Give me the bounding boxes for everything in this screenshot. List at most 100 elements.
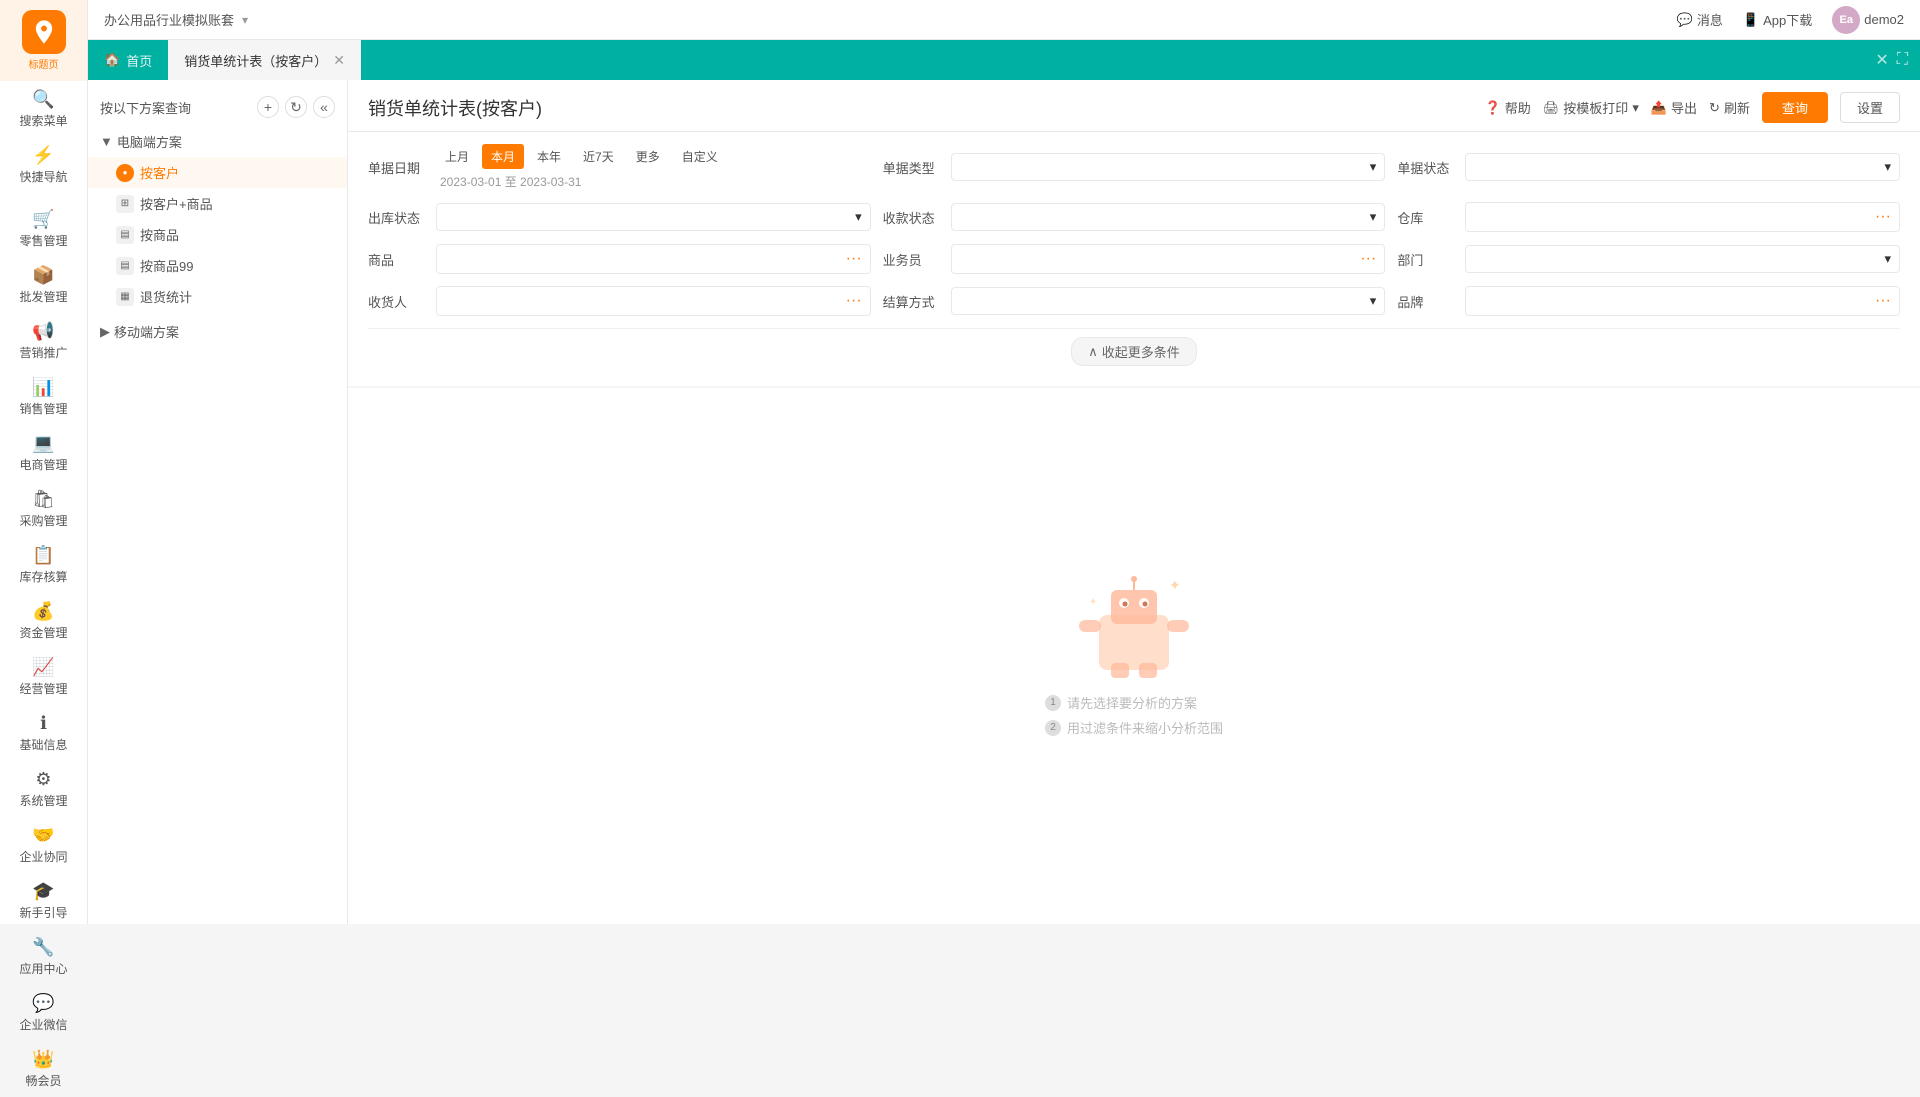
export-btn[interactable]: 📤 导出 xyxy=(1651,98,1697,117)
goods-label: 商品 xyxy=(368,250,428,269)
sidebar-item-finance[interactable]: 💰 资金管理 xyxy=(0,593,87,649)
sidebar-item-marketing[interactable]: 📢 营销推广 xyxy=(0,313,87,369)
salesperson-label: 业务员 xyxy=(883,250,943,269)
sidebar-item-corpwechat-label: 企业微信 xyxy=(19,1016,67,1033)
recipient-dots-icon[interactable]: ··· xyxy=(846,292,862,310)
topbar-title: 办公用品行业模拟账套 xyxy=(104,10,234,29)
collapse-panel-btn[interactable]: « xyxy=(313,96,335,118)
refresh-icon: ↻ xyxy=(1709,100,1720,116)
finance-icon: 💰 xyxy=(32,601,54,622)
sidebar-item-system[interactable]: ⚙ 系统管理 xyxy=(0,761,87,817)
sidebar-item-basicinfo-label: 基础信息 xyxy=(19,736,67,753)
print-label: 按模板打印 xyxy=(1563,98,1628,117)
scheme-group-desktop-title[interactable]: ▼ 电脑端方案 xyxy=(88,126,347,157)
sidebar-item-newguide-label: 新手引导 xyxy=(19,904,67,921)
scheme-group-mobile-label: 移动端方案 xyxy=(114,322,179,341)
chevron-down-icon-status: ▾ xyxy=(1884,159,1891,175)
app-download-label: App下载 xyxy=(1763,10,1812,29)
sidebar-item-quicknav[interactable]: ⚡ 快捷导航 xyxy=(0,137,87,193)
window-maximize-icon[interactable]: ⛶ xyxy=(1897,51,1908,69)
salesperson-select[interactable]: ··· xyxy=(951,244,1386,274)
warehouse-select[interactable]: ··· xyxy=(1465,202,1900,232)
sidebar-item-purchase[interactable]: 🛍 采购管理 xyxy=(0,481,87,537)
topbar-dropdown-icon[interactable]: ▾ xyxy=(242,13,248,27)
brand-select[interactable]: ··· xyxy=(1465,286,1900,316)
scheme-item-return-stats[interactable]: ▦ 退货统计 xyxy=(88,281,347,312)
date-btn-lastmonth[interactable]: 上月 xyxy=(436,144,478,169)
sidebar-item-appcenter-label: 应用中心 xyxy=(19,960,67,977)
date-btn-more[interactable]: 更多 xyxy=(627,144,669,169)
member-icon: 👑 xyxy=(32,1049,54,1070)
query-btn[interactable]: 查询 xyxy=(1762,92,1828,123)
sidebar-item-inventory[interactable]: 📋 库存核算 xyxy=(0,537,87,593)
collapse-filters-btn[interactable]: ∧ 收起更多条件 xyxy=(1071,337,1197,366)
sidebar-item-wholesale[interactable]: 📦 批发管理 xyxy=(0,257,87,313)
refresh-btn[interactable]: ↻ 刷新 xyxy=(1709,98,1750,117)
department-select[interactable]: ▾ xyxy=(1465,245,1900,273)
tab-sales-stats[interactable]: 销货单统计表（按客户） ✕ xyxy=(168,40,361,80)
message-btn[interactable]: 💬 消息 xyxy=(1677,10,1723,29)
sidebar-item-search[interactable]: 🔍 搜索菜单 xyxy=(0,81,87,137)
order-status-label: 单据状态 xyxy=(1397,158,1457,177)
sidebar-item-retail[interactable]: 🛒 零售管理 xyxy=(0,201,87,257)
scheme-item-by-goods99[interactable]: ▤ 按商品99 xyxy=(88,250,347,281)
tab-home[interactable]: 🏠 首页 xyxy=(88,40,168,80)
scheme-item-by-goods[interactable]: ▤ 按商品 xyxy=(88,219,347,250)
topbar-left: 办公用品行业模拟账套 ▾ xyxy=(104,10,248,29)
app-download-btn[interactable]: 📱 App下载 xyxy=(1743,10,1812,29)
filter-department-item: 部门 ▾ xyxy=(1397,244,1900,274)
scheme-group-mobile: ▶ 移动端方案 xyxy=(88,316,347,347)
order-type-select[interactable]: ▾ xyxy=(951,153,1386,181)
add-scheme-btn[interactable]: + xyxy=(257,96,279,118)
recipient-select[interactable]: ··· xyxy=(436,286,871,316)
filter-warehouse-item: 仓库 ··· xyxy=(1397,202,1900,232)
sidebar-item-ecommerce[interactable]: 💻 电商管理 xyxy=(0,425,87,481)
warehouse-dots-icon[interactable]: ··· xyxy=(1875,208,1891,226)
brand-dots-icon[interactable]: ··· xyxy=(1875,292,1891,310)
scheme-item-by-customer[interactable]: ● 按客户 xyxy=(88,157,347,188)
sidebar-item-corpwechat[interactable]: 💬 企业微信 xyxy=(0,985,87,1041)
settlement-select[interactable]: ▾ xyxy=(951,287,1386,315)
help-label: 帮助 xyxy=(1505,98,1531,117)
avatar: Ea xyxy=(1832,6,1860,34)
ecommerce-icon: 💻 xyxy=(32,433,54,454)
date-btn-last7days[interactable]: 近7天 xyxy=(574,144,623,169)
goods-dots-icon[interactable]: ··· xyxy=(846,250,862,268)
sidebar-item-member[interactable]: 👑 畅会员 xyxy=(0,1041,87,1097)
goods-select[interactable]: ··· xyxy=(436,244,871,274)
date-label: 单据日期 xyxy=(368,158,428,177)
scheme-group-mobile-title[interactable]: ▶ 移动端方案 xyxy=(88,316,347,347)
date-btn-thisyear[interactable]: 本年 xyxy=(528,144,570,169)
sidebar-item-sales[interactable]: 📊 销售管理 xyxy=(0,369,87,425)
date-btn-custom[interactable]: 自定义 xyxy=(673,144,727,169)
filter-goods-item: 商品 ··· xyxy=(368,244,871,274)
refresh-scheme-btn[interactable]: ↻ xyxy=(285,96,307,118)
sidebar-item-ecommerce-label: 电商管理 xyxy=(19,456,67,473)
window-close-icon[interactable]: ✕ xyxy=(1875,50,1888,70)
scheme-item-customer-goods[interactable]: ⊞ 按客户+商品 xyxy=(88,188,347,219)
help-btn[interactable]: ❓ 帮助 xyxy=(1485,98,1531,117)
date-btn-thismonth[interactable]: 本月 xyxy=(482,144,524,169)
sidebar-item-collab[interactable]: 🤝 企业协同 xyxy=(0,817,87,873)
tab-close-icon[interactable]: ✕ xyxy=(333,53,345,67)
user-profile-btn[interactable]: Ea demo2 xyxy=(1832,6,1904,34)
sidebar-item-appcenter[interactable]: 🔧 应用中心 xyxy=(0,929,87,985)
filter-brand-item: 品牌 ··· xyxy=(1397,286,1900,316)
sidebar-item-basicinfo[interactable]: ℹ 基础信息 xyxy=(0,705,87,761)
settings-btn[interactable]: 设置 xyxy=(1840,92,1900,123)
payment-status-select[interactable]: ▾ xyxy=(951,203,1386,231)
tabbar: 🏠 首页 销货单统计表（按客户） ✕ ✕ ⛶ xyxy=(88,40,1920,80)
order-status-select[interactable]: ▾ xyxy=(1465,153,1900,181)
ship-status-select[interactable]: ▾ xyxy=(436,203,871,231)
chevron-down-icon: ▼ xyxy=(100,134,113,149)
print-btn[interactable]: 🖨 按模板打印 ▾ xyxy=(1543,98,1639,117)
newguide-icon: 🎓 xyxy=(32,881,54,902)
wholesale-icon: 📦 xyxy=(32,265,54,286)
page-header: 销货单统计表(按客户) ❓ 帮助 🖨 按模板打印 ▾ 📤 xyxy=(348,80,1920,132)
sidebar-item-newguide[interactable]: 🎓 新手引导 xyxy=(0,873,87,929)
collab-icon: 🤝 xyxy=(32,825,54,846)
sidebar-item-operations[interactable]: 📈 经营管理 xyxy=(0,649,87,705)
scheme-item-goods99-label: 按商品99 xyxy=(140,256,193,275)
sidebar-item-inventory-label: 库存核算 xyxy=(19,568,67,585)
salesperson-dots-icon[interactable]: ··· xyxy=(1360,250,1376,268)
